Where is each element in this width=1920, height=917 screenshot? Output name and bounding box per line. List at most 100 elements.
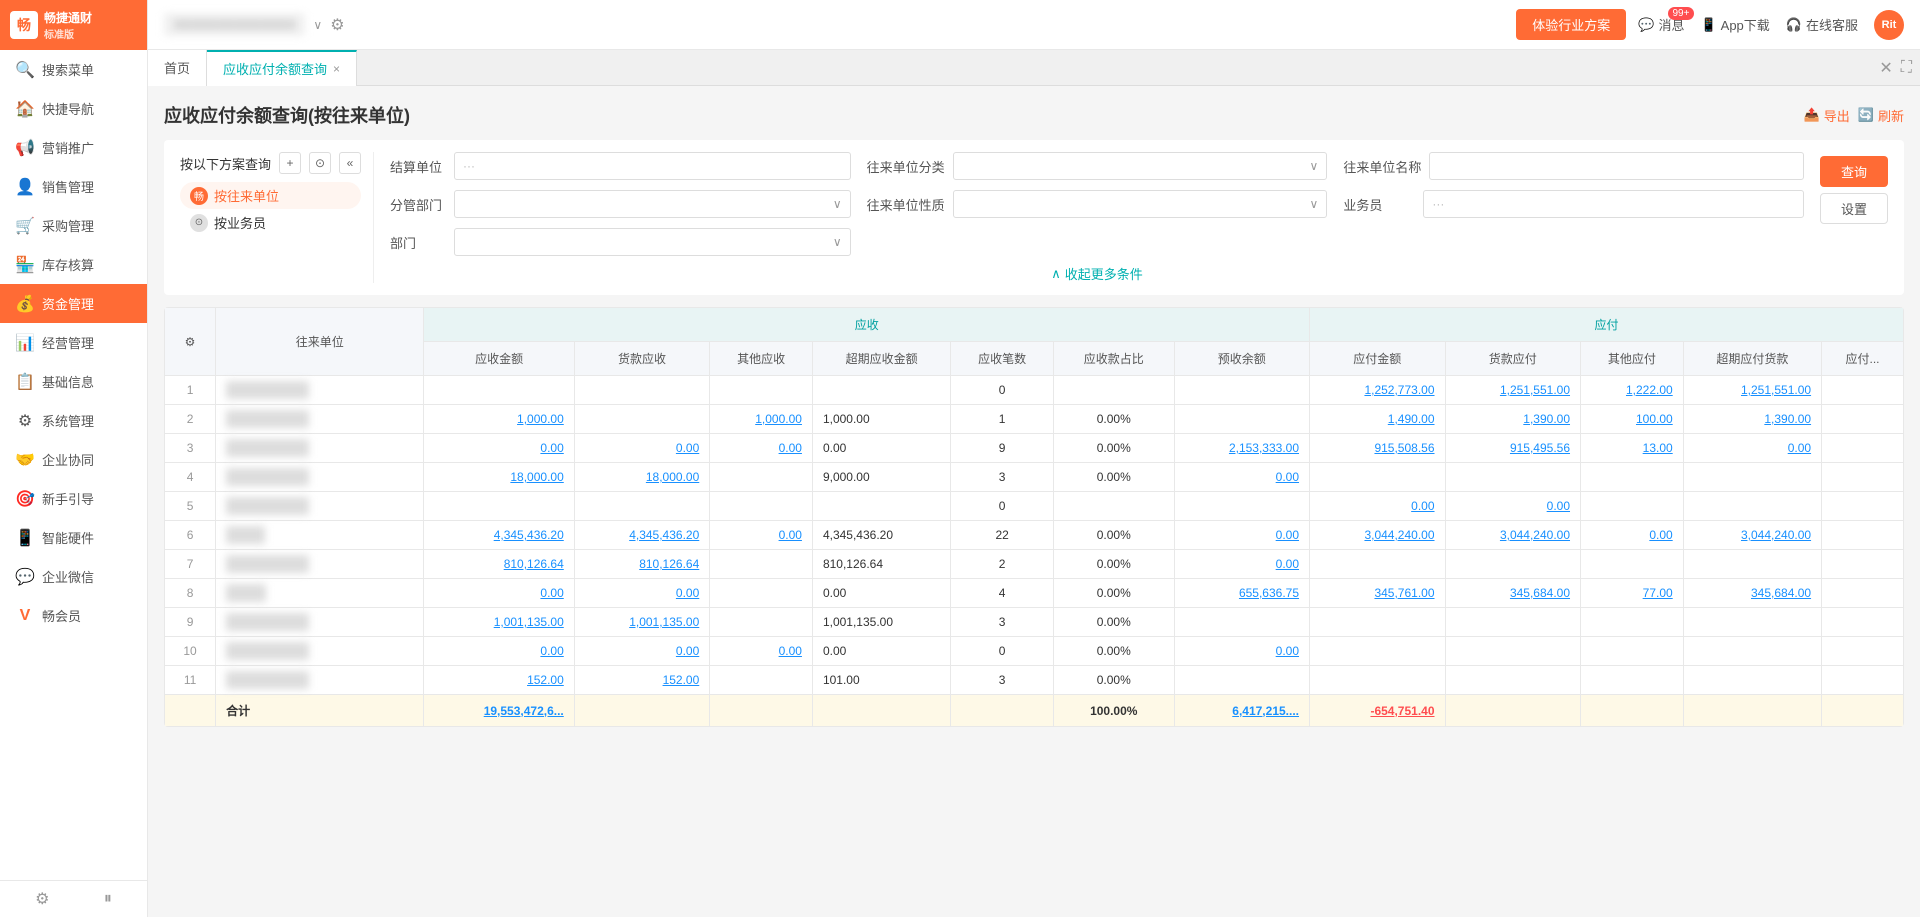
sidebar-item-purchase[interactable]: 🛒 采购管理: [0, 206, 147, 245]
export-btn[interactable]: 📤 导出: [1804, 106, 1850, 125]
marketing-icon: 📢: [16, 139, 34, 157]
tab-home-label: 首页: [164, 58, 190, 77]
query-label: 按以下方案查询: [180, 154, 271, 173]
download-icon: 📱: [1700, 17, 1716, 33]
sidebar-bottom: ⚙ ⏸: [0, 880, 147, 917]
rec-count-cell: 2: [951, 550, 1054, 579]
th-receivable-group: 应收: [424, 308, 1310, 342]
settlement-unit-label: 结算单位: [390, 157, 446, 176]
filter-by-partner[interactable]: 畅 按往来单位: [180, 182, 361, 209]
online-service-label: 在线客服: [1806, 15, 1858, 34]
rec-ratio-cell: 0.00%: [1053, 463, 1174, 492]
collapse-btn[interactable]: ∧ 收起更多条件: [390, 264, 1804, 283]
sidebar-item-label: 搜索菜单: [42, 60, 94, 79]
data-table: ⚙ 往来单位 应收 应付 应收金额 货款应收 其他应收 超期应收金额 应收笔数 …: [164, 307, 1904, 727]
tab-close-window-icon[interactable]: ✕: [1879, 58, 1892, 78]
scheme-settings-btn[interactable]: ⊙: [309, 152, 331, 174]
collapse-scheme-btn[interactable]: «: [339, 152, 361, 174]
sidebar-item-system[interactable]: ⚙ 系统管理: [0, 401, 147, 440]
total-empty-settings: [165, 695, 216, 727]
th-partner: 往来单位: [216, 308, 424, 376]
sidebar-item-nav[interactable]: 🏠 快捷导航: [0, 89, 147, 128]
tab-ar-ap[interactable]: 应收应付余额查询 ×: [207, 50, 357, 86]
th-pre-rec: 预收余额: [1174, 342, 1310, 376]
th-settings[interactable]: ⚙: [165, 308, 216, 376]
sidebar-item-inventory[interactable]: 🏪 库存核算: [0, 245, 147, 284]
partner-nature-select[interactable]: ∨: [953, 190, 1328, 218]
rec-count-cell: 3: [951, 608, 1054, 637]
header-settings-icon[interactable]: ⚙: [330, 15, 344, 35]
total-row: 合计 19,553,472,6... 100.00% 6,417,215....…: [165, 695, 1904, 727]
partner-name-cell: [216, 463, 424, 492]
tab-maximize-icon[interactable]: ⛶: [1901, 59, 1912, 77]
sidebar-item-marketing[interactable]: 📢 营销推广: [0, 128, 147, 167]
add-scheme-btn[interactable]: +: [279, 152, 301, 174]
settings-bottom-icon[interactable]: ⚙: [35, 889, 49, 909]
table-row: 9 1,001,135.001,001,135.001,001,135.0030…: [165, 608, 1904, 637]
filter-section: 按以下方案查询 + ⊙ « 畅 按往来单位 ⊙ 按业务员: [164, 140, 1904, 295]
total-pre-rec[interactable]: 6,417,215....: [1174, 695, 1310, 727]
sidebar-item-hardware[interactable]: 📱 智能硬件: [0, 518, 147, 557]
th-rec-overdue: 超期应收金额: [812, 342, 950, 376]
rec-ratio-cell: 0.00%: [1053, 637, 1174, 666]
user-avatar[interactable]: Rit: [1874, 10, 1904, 40]
app-download-item[interactable]: 📱 App下载: [1700, 15, 1769, 34]
partner-name-cell: [216, 405, 424, 434]
row-index: 8: [165, 579, 216, 608]
header-breadcrumb: XXXXXXXXXXXXXX ∨ ⚙: [164, 13, 1504, 36]
rec-ratio-cell: [1053, 492, 1174, 521]
settlement-unit-input[interactable]: ···: [454, 152, 851, 180]
rec-count-cell: 1: [951, 405, 1054, 434]
rec-ratio-cell: 0.00%: [1053, 608, 1174, 637]
filter-by-salesperson[interactable]: ⊙ 按业务员: [180, 209, 361, 236]
sidebar-item-collab[interactable]: 🤝 企业协同: [0, 440, 147, 479]
query-btn[interactable]: 查询: [1820, 156, 1888, 187]
messages-item[interactable]: 💬 消息 99+: [1638, 15, 1684, 34]
filter-partner-nature: 往来单位性质 ∨: [867, 190, 1328, 218]
partner-category-select[interactable]: ∨: [953, 152, 1328, 180]
sidebar-item-member[interactable]: V 畅会员: [0, 596, 147, 635]
tab-close-icon[interactable]: ×: [333, 62, 340, 76]
sidebar-item-operations[interactable]: 📊 经营管理: [0, 323, 147, 362]
filter-scheme-panel: 按以下方案查询 + ⊙ « 畅 按往来单位 ⊙ 按业务员: [180, 152, 374, 283]
set-btn[interactable]: 设置: [1820, 193, 1888, 224]
partner-name-input[interactable]: [1429, 152, 1804, 180]
total-pay-amount[interactable]: -654,751.40: [1310, 695, 1446, 727]
export-label: 导出: [1824, 106, 1850, 125]
guide-icon: 🎯: [16, 490, 34, 508]
sidebar-item-finance[interactable]: 💰 资金管理: [0, 284, 147, 323]
table-row: 1 01,252,773.001,251,551.001,222.001,251…: [165, 376, 1904, 405]
logo-sub: 标准版: [44, 26, 92, 41]
partner-name-cell: [216, 608, 424, 637]
sidebar-item-guide[interactable]: 🎯 新手引导: [0, 479, 147, 518]
sidebar-item-basic-info[interactable]: 📋 基础信息: [0, 362, 147, 401]
tab-home[interactable]: 首页: [148, 50, 207, 86]
salesperson-input[interactable]: ···: [1423, 190, 1804, 218]
online-service-item[interactable]: 🎧 在线客服: [1786, 15, 1858, 34]
system-icon: ⚙: [16, 412, 34, 430]
sidebar-item-label: 新手引导: [42, 489, 94, 508]
rec-count-cell: 0: [951, 637, 1054, 666]
total-rec-ratio: 100.00%: [1053, 695, 1174, 727]
sidebar-item-label: 库存核算: [42, 255, 94, 274]
collapse-sidebar-icon[interactable]: ⏸: [104, 890, 112, 908]
settlement-ellipsis: ···: [463, 159, 475, 173]
filter-partner-label: 按往来单位: [214, 186, 279, 205]
solution-btn[interactable]: 体验行业方案: [1516, 9, 1626, 40]
th-pay-overdue: 超期应付货款: [1683, 342, 1821, 376]
dept-select[interactable]: ∨: [454, 190, 851, 218]
top-header: XXXXXXXXXXXXXX ∨ ⚙ 体验行业方案 💬 消息 99+ 📱 App…: [148, 0, 1920, 50]
rec-count-cell: 0: [951, 376, 1054, 405]
sidebar-item-label: 畅会员: [42, 606, 81, 625]
sidebar-item-search[interactable]: 🔍 搜索菜单: [0, 50, 147, 89]
table-row: 5 00.000.00: [165, 492, 1904, 521]
inventory-icon: 🏪: [16, 256, 34, 274]
th-rec-other: 其他应收: [710, 342, 813, 376]
total-rec-amount[interactable]: 19,553,472,6...: [424, 695, 574, 727]
refresh-btn[interactable]: 🔄 刷新: [1858, 106, 1904, 125]
sidebar-item-wechat[interactable]: 💬 企业微信: [0, 557, 147, 596]
sidebar-item-sales[interactable]: 👤 销售管理: [0, 167, 147, 206]
department-select[interactable]: ∨: [454, 228, 851, 256]
row-index: 5: [165, 492, 216, 521]
collab-icon: 🤝: [16, 451, 34, 469]
